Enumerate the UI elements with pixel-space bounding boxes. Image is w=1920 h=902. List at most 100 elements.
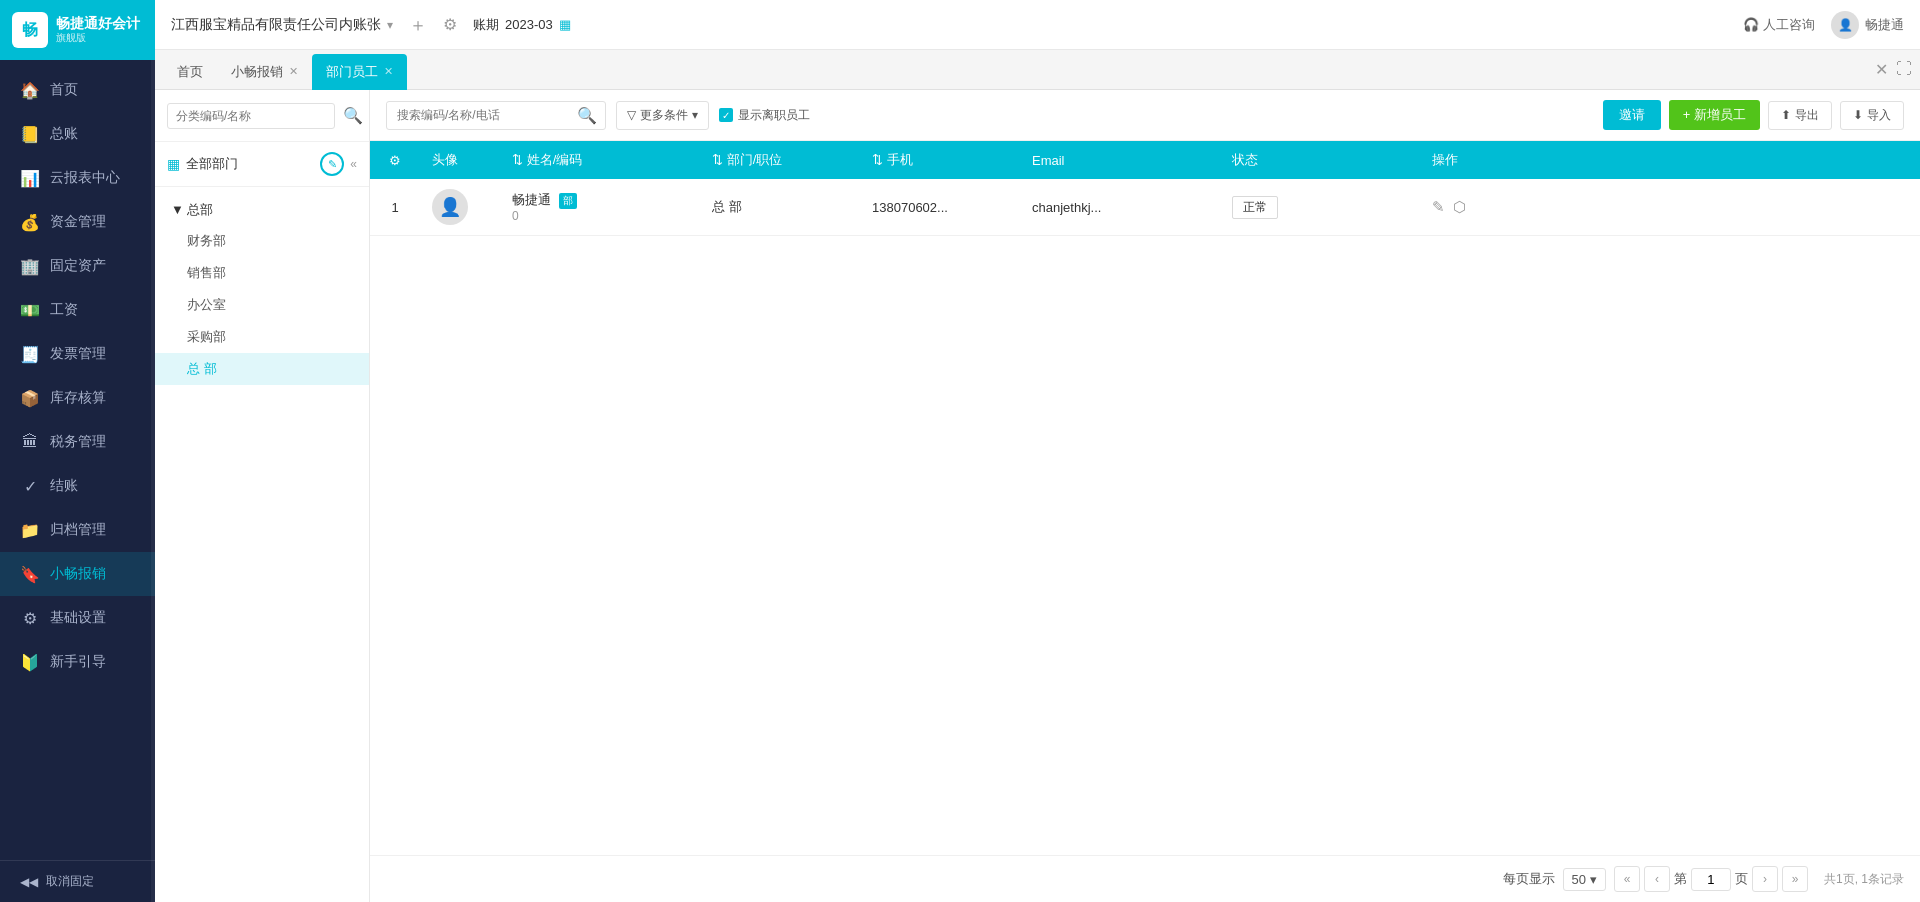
tab-home[interactable]: 首页 <box>163 54 217 90</box>
settings-gear-icon[interactable]: ⚙ <box>443 15 457 34</box>
invite-button[interactable]: 邀请 <box>1603 100 1661 130</box>
toolbar-right: 邀请 + 新增员工 ⬆ 导出 ⬇ 导入 <box>1603 100 1904 130</box>
page-number-input[interactable] <box>1691 868 1731 891</box>
maximize-window-button[interactable]: ⛶ <box>1896 60 1912 79</box>
sidebar-nav: 🏠 首页 📒 总账 📊 云报表中心 💰 资金管理 🏢 固定资产 💵 工资 🧾 发… <box>0 60 155 860</box>
unpin-icon: ◀◀ <box>20 875 38 889</box>
dept-group-root: ▼ 总部 <box>155 195 369 225</box>
ledger-icon: 📒 <box>20 124 40 144</box>
edit-button[interactable]: ✎ <box>1432 198 1445 216</box>
logout-button[interactable]: ⬡ <box>1453 198 1466 216</box>
col-avatar: 头像 <box>420 141 500 179</box>
prev-page-button[interactable]: ‹ <box>1644 866 1670 892</box>
last-page-button[interactable]: » <box>1782 866 1808 892</box>
sidebar-item-tax[interactable]: 🏛 税务管理 <box>0 420 155 464</box>
sidebar-item-expense[interactable]: 🔖 小畅报销 <box>0 552 155 596</box>
prev-page-icon: ‹ <box>1655 872 1659 886</box>
dept-search-input[interactable] <box>167 103 335 129</box>
sidebar-logo: 畅 畅捷通好会计 旗舰版 <box>0 0 155 60</box>
cell-actions: ✎ ⬡ <box>1420 179 1920 236</box>
employee-badge: 部 <box>559 193 577 209</box>
dept-tree: ▼ 总部 财务部 销售部 办公室 采购部 总 部 <box>155 187 369 902</box>
tab-employees-close[interactable]: ✕ <box>384 65 393 78</box>
sidebar-item-invoice[interactable]: 🧾 发票管理 <box>0 332 155 376</box>
dept-header: ▦ 全部部门 ✎ « <box>155 142 369 187</box>
dept-edit-button[interactable]: ✎ <box>320 152 344 176</box>
import-button[interactable]: ⬇ 导入 <box>1840 101 1904 130</box>
cell-email: chanjethkj... <box>1020 179 1220 236</box>
sidebar-item-guide[interactable]: 🔰 新手引导 <box>0 640 155 684</box>
cell-name: 畅捷通 部 0 <box>500 179 700 236</box>
cell-phone: 138070602... <box>860 179 1020 236</box>
employee-search-icon[interactable]: 🔍 <box>569 102 605 129</box>
company-dropdown-icon: ▾ <box>387 18 393 32</box>
topbar-right: 🎧 人工咨询 👤 畅捷通 <box>1743 11 1904 39</box>
next-page-button[interactable]: › <box>1752 866 1778 892</box>
employee-toolbar: 🔍 ▽ 更多条件 ▾ ✓ 显示离职员工 邀请 + 新增员工 ⬆ 导出 <box>370 90 1920 141</box>
help-button[interactable]: 🎧 人工咨询 <box>1743 16 1815 34</box>
period-value: 2023-03 <box>505 17 553 32</box>
sidebar-item-ledger[interactable]: 📒 总账 <box>0 112 155 156</box>
employee-table-container: ⚙ 头像 ⇅ 姓名/编码 ⇅ 部门/职位 ⇅ 手机 Email <box>370 141 1920 855</box>
topbar: 江西服宝精品有限责任公司内账张 ▾ ＋ ⚙ 账期 2023-03 ▦ 🎧 人工咨… <box>155 0 1920 50</box>
show-resigned-checkbox: ✓ <box>719 108 733 122</box>
dept-item-general[interactable]: 总 部 <box>155 353 369 385</box>
sidebar-item-checkout[interactable]: ✓ 结账 <box>0 464 155 508</box>
sidebar-item-funds[interactable]: 💰 资金管理 <box>0 200 155 244</box>
reports-icon: 📊 <box>20 168 40 188</box>
cell-dept: 总 部 <box>700 179 860 236</box>
last-page-icon: » <box>1792 872 1799 886</box>
col-settings[interactable]: ⚙ <box>370 141 420 179</box>
salary-icon: 💵 <box>20 300 40 320</box>
sidebar-item-inventory[interactable]: 📦 库存核算 <box>0 376 155 420</box>
company-name: 江西服宝精品有限责任公司内账张 <box>171 16 381 34</box>
sidebar-pin-toggle[interactable]: ◀◀ 取消固定 <box>0 860 155 902</box>
sidebar-item-salary[interactable]: 💵 工资 <box>0 288 155 332</box>
add-employee-button[interactable]: + 新增员工 <box>1669 100 1760 130</box>
window-controls: ✕ ⛶ <box>1875 60 1912 79</box>
employee-table: ⚙ 头像 ⇅ 姓名/编码 ⇅ 部门/职位 ⇅ 手机 Email <box>370 141 1920 236</box>
sidebar-item-home[interactable]: 🏠 首页 <box>0 68 155 112</box>
sidebar-item-archive[interactable]: 📁 归档管理 <box>0 508 155 552</box>
funds-icon: 💰 <box>20 212 40 232</box>
tab-employees[interactable]: 部门员工 ✕ <box>312 54 407 90</box>
employee-avatar: 👤 <box>432 189 468 225</box>
dept-item-purchase[interactable]: 采购部 <box>155 321 369 353</box>
calendar-icon[interactable]: ▦ <box>559 17 571 32</box>
more-filters-button[interactable]: ▽ 更多条件 ▾ <box>616 101 709 130</box>
add-company-button[interactable]: ＋ <box>405 13 431 37</box>
dept-collapse-icon[interactable]: « <box>350 157 357 171</box>
cell-status: 正常 <box>1220 179 1420 236</box>
first-page-button[interactable]: « <box>1614 866 1640 892</box>
col-dept[interactable]: ⇅ 部门/职位 <box>700 141 860 179</box>
sidebar-item-settings[interactable]: ⚙ 基础设置 <box>0 596 155 640</box>
tab-expense[interactable]: 小畅报销 ✕ <box>217 54 312 90</box>
sidebar-item-assets[interactable]: 🏢 固定资产 <box>0 244 155 288</box>
avatar: 👤 <box>1831 11 1859 39</box>
close-window-button[interactable]: ✕ <box>1875 60 1888 79</box>
page-size-label: 每页显示 <box>1503 870 1555 888</box>
col-phone[interactable]: ⇅ 手机 <box>860 141 1020 179</box>
export-button[interactable]: ⬆ 导出 <box>1768 101 1832 130</box>
page-size-selector[interactable]: 50 ▾ <box>1563 868 1606 891</box>
dept-item-finance[interactable]: 财务部 <box>155 225 369 257</box>
col-name[interactable]: ⇅ 姓名/编码 <box>500 141 700 179</box>
col-email: Email <box>1020 141 1220 179</box>
dept-item-sales[interactable]: 销售部 <box>155 257 369 289</box>
first-page-icon: « <box>1624 872 1631 886</box>
action-buttons: ✎ ⬡ <box>1432 198 1908 216</box>
dept-item-office[interactable]: 办公室 <box>155 289 369 321</box>
sidebar-item-reports[interactable]: 📊 云报表中心 <box>0 156 155 200</box>
show-resigned-toggle[interactable]: ✓ 显示离职员工 <box>719 107 810 124</box>
user-menu[interactable]: 👤 畅捷通 <box>1831 11 1904 39</box>
dept-search-icon[interactable]: 🔍 <box>335 102 370 129</box>
tab-expense-close[interactable]: ✕ <box>289 65 298 78</box>
inventory-icon: 📦 <box>20 388 40 408</box>
main-content: 江西服宝精品有限责任公司内账张 ▾ ＋ ⚙ 账期 2023-03 ▦ 🎧 人工咨… <box>155 0 1920 902</box>
expense-icon: 🔖 <box>20 564 40 584</box>
period-label: 账期 <box>473 16 499 34</box>
employee-search-input[interactable] <box>387 103 569 127</box>
import-icon: ⬇ <box>1853 108 1863 122</box>
total-info: 共1页, 1条记录 <box>1824 871 1904 888</box>
company-selector[interactable]: 江西服宝精品有限责任公司内账张 ▾ <box>171 16 393 34</box>
